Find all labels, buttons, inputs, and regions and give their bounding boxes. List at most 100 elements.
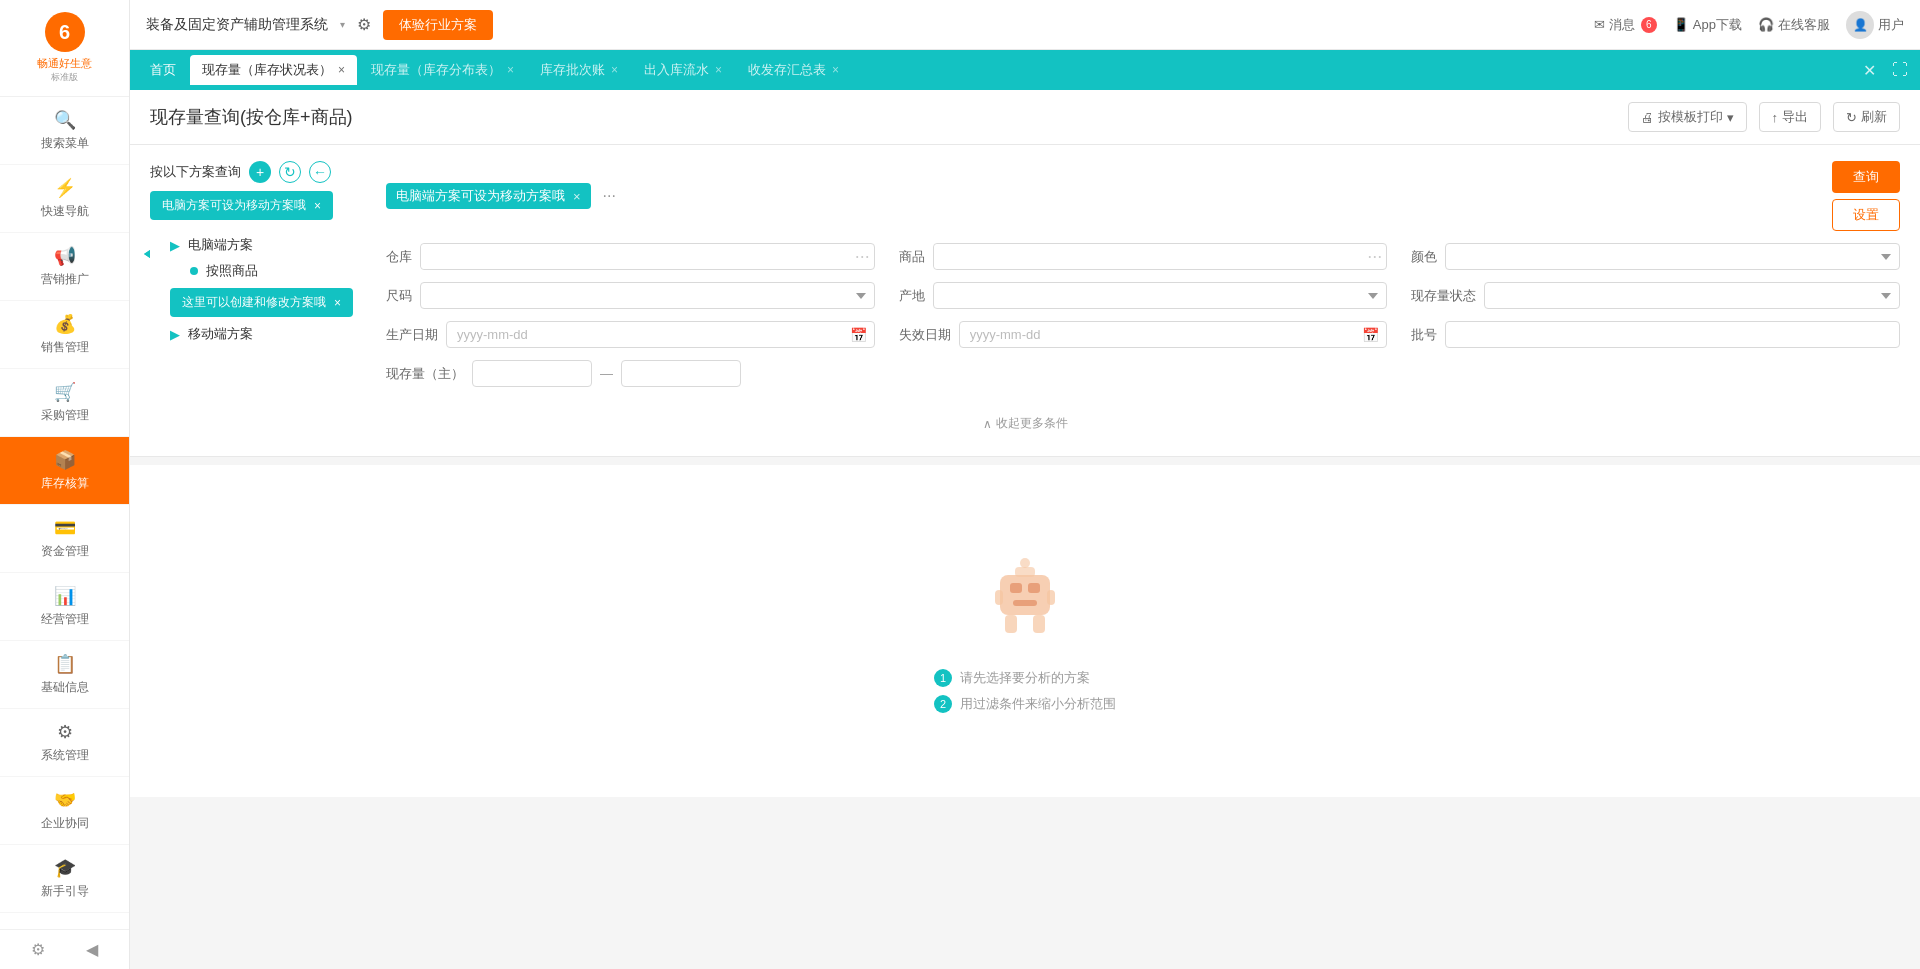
sidebar-item-icon-basic: 📋 [54, 653, 76, 675]
origin-select[interactable] [933, 282, 1388, 309]
batch-label: 批号 [1411, 326, 1437, 344]
message-icon: ✉ [1594, 17, 1605, 32]
system-title-dropdown[interactable]: ▾ [340, 19, 345, 30]
refresh-button[interactable]: ↻ 刷新 [1833, 102, 1900, 132]
logo-badge: 标准版 [51, 71, 78, 84]
tab-close-all-btn[interactable]: ✕ [1859, 57, 1880, 84]
tab-collection[interactable]: 收发存汇总表 × [736, 55, 851, 85]
batch-input[interactable] [1445, 321, 1900, 348]
tab-inventory-status[interactable]: 现存量（库存状况表） × [190, 55, 357, 85]
print-dropdown-arrow[interactable]: ▾ [1727, 110, 1734, 125]
sidebar-item-inventory[interactable]: 📦 库存核算 [0, 437, 129, 505]
step1-text: 请先选择要分析的方案 [960, 665, 1090, 691]
tab-inventory-dist[interactable]: 现存量（库存分布表） × [359, 55, 526, 85]
empty-step1: 1 请先选择要分析的方案 [934, 665, 1116, 691]
stock-status-select[interactable] [1484, 282, 1900, 309]
stock-qty-dash: — [600, 366, 613, 381]
step2-num: 2 [934, 695, 952, 713]
svg-rect-4 [995, 590, 1003, 605]
tab-inout[interactable]: 出入库流水 × [632, 55, 734, 85]
stock-status-field: 现存量状态 [1411, 282, 1900, 309]
sidebar-item-operations[interactable]: 📊 经营管理 [0, 573, 129, 641]
warehouse-dots-btn[interactable]: ··· [851, 246, 874, 267]
origin-field: 产地 [899, 282, 1388, 309]
goods-dots-btn[interactable]: ··· [1363, 246, 1386, 267]
sidebar-item-system[interactable]: ⚙ 系统管理 [0, 709, 129, 777]
filter-row3: 生产日期 📅 失效日期 � [386, 321, 1900, 348]
stock-qty-max-input[interactable] [621, 360, 741, 387]
sidebar-item-label-guide: 新手引导 [41, 883, 89, 900]
tab-inout-close[interactable]: × [715, 63, 722, 77]
sidebar-item-label-system: 系统管理 [41, 747, 89, 764]
sidebar-item-label-basic: 基础信息 [41, 679, 89, 696]
goods-input-row: ··· [933, 243, 1388, 270]
scheme-desktop[interactable]: ▶ 电脑端方案 [170, 232, 370, 258]
sidebar-item-icon-system: ⚙ [57, 721, 73, 743]
content-area: 1 请先选择要分析的方案 2 用过滤条件来缩小分析范围 [130, 465, 1920, 797]
scheme-sub-goods[interactable]: 按照商品 [170, 258, 370, 284]
tooltip2-close[interactable]: × [334, 296, 341, 310]
export-button[interactable]: ↑ 导出 [1759, 102, 1822, 132]
scheme-tooltip1: 电脑方案可设为移动方案哦 × [150, 191, 333, 220]
tab-fullscreen-btn[interactable]: ⛶ [1888, 57, 1912, 84]
sidebar-item-label-inventory: 库存核算 [41, 475, 89, 492]
print-button[interactable]: 🖨 按模板打印 ▾ [1628, 102, 1747, 132]
sidebar-item-enterprise[interactable]: 🤝 企业协同 [0, 777, 129, 845]
size-select[interactable] [420, 282, 875, 309]
sidebar-item-icon-operations: 📊 [54, 585, 76, 607]
refresh-scheme-btn[interactable]: ↻ [279, 161, 301, 183]
origin-label: 产地 [899, 287, 925, 305]
stock-qty-min-input[interactable] [472, 360, 592, 387]
sidebar-item-sales[interactable]: 💰 销售管理 [0, 301, 129, 369]
tab-inventory-status-close[interactable]: × [338, 63, 345, 77]
user-area[interactable]: 👤 用户 [1846, 11, 1904, 39]
goods-input[interactable] [934, 244, 1364, 269]
collapse-btn-label: 收起更多条件 [996, 415, 1068, 432]
sidebar-item-basic[interactable]: 📋 基础信息 [0, 641, 129, 709]
settings-icon[interactable]: ⚙ [357, 15, 371, 34]
add-scheme-btn[interactable]: + [249, 161, 271, 183]
app-download-btn[interactable]: 📱 App下载 [1673, 16, 1742, 34]
filter-scheme-dots[interactable]: ··· [603, 187, 616, 205]
color-select[interactable] [1445, 243, 1900, 270]
color-field: 颜色 [1411, 243, 1900, 270]
scheme-tag-close[interactable]: × [573, 189, 581, 204]
tooltip1-close[interactable]: × [314, 199, 321, 213]
sidebar-item-search[interactable]: 🔍 搜索菜单 [0, 97, 129, 165]
sidebar-item-finance[interactable]: 💳 资金管理 [0, 505, 129, 573]
sidebar-item-label-operations: 经营管理 [41, 611, 89, 628]
tab-home[interactable]: 首页 [138, 55, 188, 85]
sidebar-item-guide[interactable]: 🎓 新手引导 [0, 845, 129, 913]
experience-button[interactable]: 体验行业方案 [383, 10, 493, 40]
filter-row2: 尺码 产地 现存量状态 [386, 282, 1900, 309]
expiry-date-input-wrap: 📅 [959, 321, 1388, 348]
refresh-icon: ↻ [1846, 110, 1857, 125]
scheme-mobile[interactable]: ▶ 移动端方案 [170, 321, 370, 347]
sidebar-item-marketing[interactable]: 📢 营销推广 [0, 233, 129, 301]
sidebar-settings-icon[interactable]: ⚙ [31, 940, 45, 959]
tab-inventory-dist-close[interactable]: × [507, 63, 514, 77]
sidebar-item-purchase[interactable]: 🛒 采购管理 [0, 369, 129, 437]
warehouse-input[interactable] [421, 244, 851, 269]
collapse-btn[interactable]: ∧ 收起更多条件 [983, 415, 1068, 432]
sidebar-collapse-icon[interactable]: ◀ [86, 940, 98, 959]
stock-qty-row: 现存量（主） — [386, 360, 1900, 387]
reset-button[interactable]: 设置 [1832, 199, 1900, 231]
online-support-btn[interactable]: 🎧 在线客服 [1758, 16, 1830, 34]
production-date-input[interactable] [446, 321, 875, 348]
svg-rect-3 [1013, 600, 1037, 606]
tab-collection-close[interactable]: × [832, 63, 839, 77]
sidebar-menu: 🔍 搜索菜单 ⚡ 快速导航 📢 营销推广 💰 销售管理 🛒 采购管理 📦 库存核… [0, 97, 129, 929]
search-button[interactable]: 查询 [1832, 161, 1900, 193]
tab-batch[interactable]: 库存批次账 × [528, 55, 630, 85]
sidebar-item-icon-sales: 💰 [54, 313, 76, 335]
sidebar-item-quick-nav[interactable]: ⚡ 快速导航 [0, 165, 129, 233]
message-btn[interactable]: ✉ 消息 6 [1594, 16, 1657, 34]
tooltip2-text: 这里可以创建和修改方案哦 [182, 294, 326, 311]
expiry-date-calendar-icon[interactable]: 📅 [1362, 327, 1379, 343]
tooltip1-text: 电脑方案可设为移动方案哦 [162, 197, 306, 214]
expiry-date-input[interactable] [959, 321, 1388, 348]
production-date-calendar-icon[interactable]: 📅 [850, 327, 867, 343]
tab-batch-close[interactable]: × [611, 63, 618, 77]
back-scheme-btn[interactable]: ← [309, 161, 331, 183]
